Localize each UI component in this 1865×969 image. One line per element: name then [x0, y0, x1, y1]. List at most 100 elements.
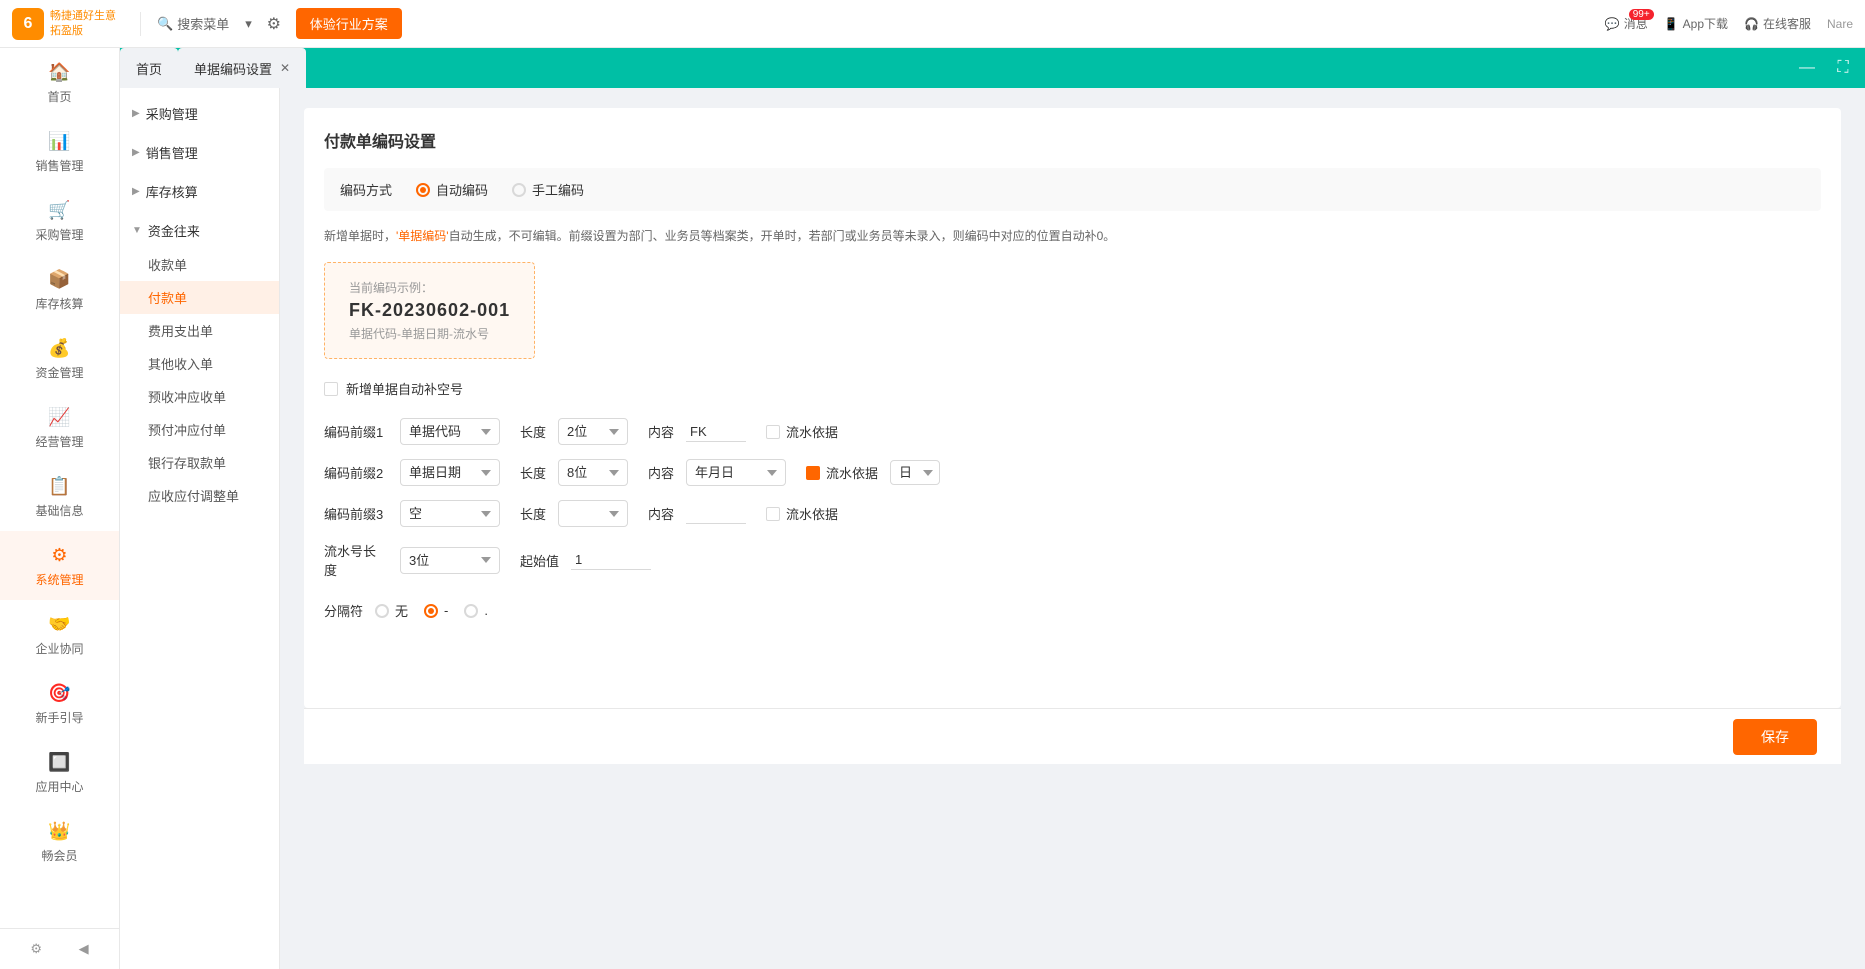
tabbar-actions: — ⛶: [1793, 54, 1865, 82]
len1-select[interactable]: 2位: [558, 418, 628, 445]
message-btn[interactable]: 💬 消息 99+: [1605, 15, 1648, 32]
sidebar-footer: ⚙ ◀: [0, 928, 119, 969]
settings-icon[interactable]: ⚙: [30, 941, 42, 957]
sales-icon: 📊: [48, 129, 72, 153]
stream1-checkbox[interactable]: [766, 425, 780, 439]
submenu-header-purchase[interactable]: ▶ 采购管理: [120, 96, 279, 131]
radio-auto[interactable]: 自动编码: [416, 180, 488, 199]
system-icon: ⚙: [48, 543, 72, 567]
serial-label: 流水号长度: [324, 541, 388, 579]
tab-home[interactable]: 首页: [120, 48, 178, 88]
submenu-item-payment[interactable]: 付款单: [120, 281, 279, 314]
sidebar-item-vip[interactable]: 👑 畅会员: [0, 807, 119, 876]
logo: 6 畅捷通好生意 拓盈版: [12, 8, 132, 40]
submenu-item-prepaid-offset[interactable]: 预付冲应付单: [120, 413, 279, 446]
app-download-btn[interactable]: 📱 App下载: [1664, 15, 1728, 32]
sep-dot2-label: .: [484, 603, 488, 618]
guide-icon: 🎯: [48, 681, 72, 705]
submenu-item-bank[interactable]: 银行存取款单: [120, 446, 279, 479]
submenu-item-expense[interactable]: 费用支出单: [120, 314, 279, 347]
radio-auto-label: 自动编码: [436, 180, 488, 199]
headset-icon: 🎧: [1744, 17, 1759, 31]
submenu-label-inventory: 库存核算: [146, 182, 198, 201]
radio-manual[interactable]: 手工编码: [512, 180, 584, 199]
prefix3-select[interactable]: 空: [400, 500, 500, 527]
submenu-item-prepay-offset[interactable]: 预收冲应收单: [120, 380, 279, 413]
logo-icon: 6: [12, 8, 44, 40]
sidebar-item-home[interactable]: 🏠 首页: [0, 48, 119, 117]
topbar-dropdown[interactable]: ▾: [245, 16, 252, 32]
user-avatar[interactable]: Nare: [1827, 17, 1853, 31]
start-label: 起始值: [520, 551, 559, 570]
sep-dot1[interactable]: -: [424, 603, 448, 618]
submenu-group-inventory: ▶ 库存核算: [120, 174, 279, 209]
sep-dot1-label: -: [444, 603, 448, 618]
content3-input[interactable]: [686, 504, 746, 524]
submenu-label-purchase: 采购管理: [146, 104, 198, 123]
submenu-group-sales: ▶ 销售管理: [120, 135, 279, 170]
prefix1-select[interactable]: 单据代码: [400, 418, 500, 445]
main-layout: 🏠 首页 📊 销售管理 🛒 采购管理 📦 库存核算 💰 资金管理 📈 经营管理 …: [0, 48, 1865, 969]
submenu-item-other-income[interactable]: 其他收入单: [120, 347, 279, 380]
search-menu-btn[interactable]: 🔍 搜索菜单: [149, 10, 237, 37]
sidebar-item-inventory[interactable]: 📦 库存核算: [0, 255, 119, 324]
stream2-checkbox[interactable]: [806, 466, 820, 480]
bottom-bar: 保存: [304, 708, 1841, 764]
maximize-btn[interactable]: ⛶: [1829, 54, 1857, 82]
len3-select[interactable]: [558, 500, 628, 527]
prefix1-label: 编码前缀1: [324, 422, 388, 441]
online-service-btn[interactable]: 🎧 在线客服: [1744, 15, 1811, 32]
sidebar-label-inventory: 库存核算: [35, 295, 83, 312]
submenu-item-adjust[interactable]: 应收应付调整单: [120, 479, 279, 512]
page-title: 付款单编码设置: [324, 128, 1821, 152]
sidebar-item-sales[interactable]: 📊 销售管理: [0, 117, 119, 186]
sidebar-item-basic[interactable]: 📋 基础信息: [0, 462, 119, 531]
tab-encoding[interactable]: 单据编码设置 ✕: [178, 48, 306, 88]
message-icon: 💬: [1605, 17, 1620, 31]
stream2-unit-select[interactable]: 日: [890, 460, 940, 485]
app-download-label: App下载: [1683, 15, 1728, 32]
sidebar-label-business: 经营管理: [35, 433, 83, 450]
sep-none[interactable]: 无: [375, 601, 408, 620]
submenu-header-sales[interactable]: ▶ 销售管理: [120, 135, 279, 170]
stream2-label: 流水依据: [826, 463, 878, 482]
len1-label: 长度: [520, 422, 546, 441]
inventory-icon: 📦: [48, 267, 72, 291]
sidebar-item-collab[interactable]: 🤝 企业协同: [0, 600, 119, 669]
stream3-checkbox[interactable]: [766, 507, 780, 521]
serial-select[interactable]: 3位: [400, 547, 500, 574]
sidebar-item-guide[interactable]: 🎯 新手引导: [0, 669, 119, 738]
content1-input[interactable]: [686, 422, 746, 442]
sidebar-label-guide: 新手引导: [35, 709, 83, 726]
sep-dot1-circle: [424, 604, 438, 618]
search-menu-label: 搜索菜单: [177, 14, 229, 33]
content-area: 首页 单据编码设置 ✕ — ⛶ ▶ 采购管理: [120, 48, 1865, 969]
auto-fill-row: 新增单据自动补空号: [324, 379, 1821, 398]
sep-dot2[interactable]: .: [464, 603, 488, 618]
submenu-header-capital[interactable]: ▼ 资金往来: [120, 213, 279, 248]
sidebar-item-system[interactable]: ⚙ 系统管理: [0, 531, 119, 600]
tab-close-icon[interactable]: ✕: [280, 61, 290, 75]
purchase-icon: 🛒: [48, 198, 72, 222]
collapse-icon[interactable]: ◀: [79, 941, 89, 957]
encoding-type-label: 编码方式: [340, 180, 392, 199]
minimize-btn[interactable]: —: [1793, 54, 1821, 82]
content2-select[interactable]: 年月日: [686, 459, 786, 486]
auto-fill-checkbox[interactable]: [324, 382, 338, 396]
submenu-item-receipt[interactable]: 收款单: [120, 248, 279, 281]
sidebar: 🏠 首页 📊 销售管理 🛒 采购管理 📦 库存核算 💰 资金管理 📈 经营管理 …: [0, 48, 120, 969]
save-button[interactable]: 保存: [1733, 719, 1817, 755]
promo-button[interactable]: 体验行业方案: [296, 8, 402, 39]
sidebar-item-business[interactable]: 📈 经营管理: [0, 393, 119, 462]
sidebar-item-apps[interactable]: 🔲 应用中心: [0, 738, 119, 807]
gear-btn[interactable]: ⚙: [260, 10, 288, 38]
main-panel: 付款单编码设置 编码方式 自动编码 手工编码: [280, 88, 1865, 969]
sidebar-item-finance[interactable]: 💰 资金管理: [0, 324, 119, 393]
start-input[interactable]: [571, 550, 651, 570]
submenu-header-inventory[interactable]: ▶ 库存核算: [120, 174, 279, 209]
sidebar-item-purchase[interactable]: 🛒 采购管理: [0, 186, 119, 255]
len2-select[interactable]: 8位: [558, 459, 628, 486]
radio-auto-circle: [416, 183, 430, 197]
apps-icon: 🔲: [48, 750, 72, 774]
prefix2-select[interactable]: 单据日期: [400, 459, 500, 486]
